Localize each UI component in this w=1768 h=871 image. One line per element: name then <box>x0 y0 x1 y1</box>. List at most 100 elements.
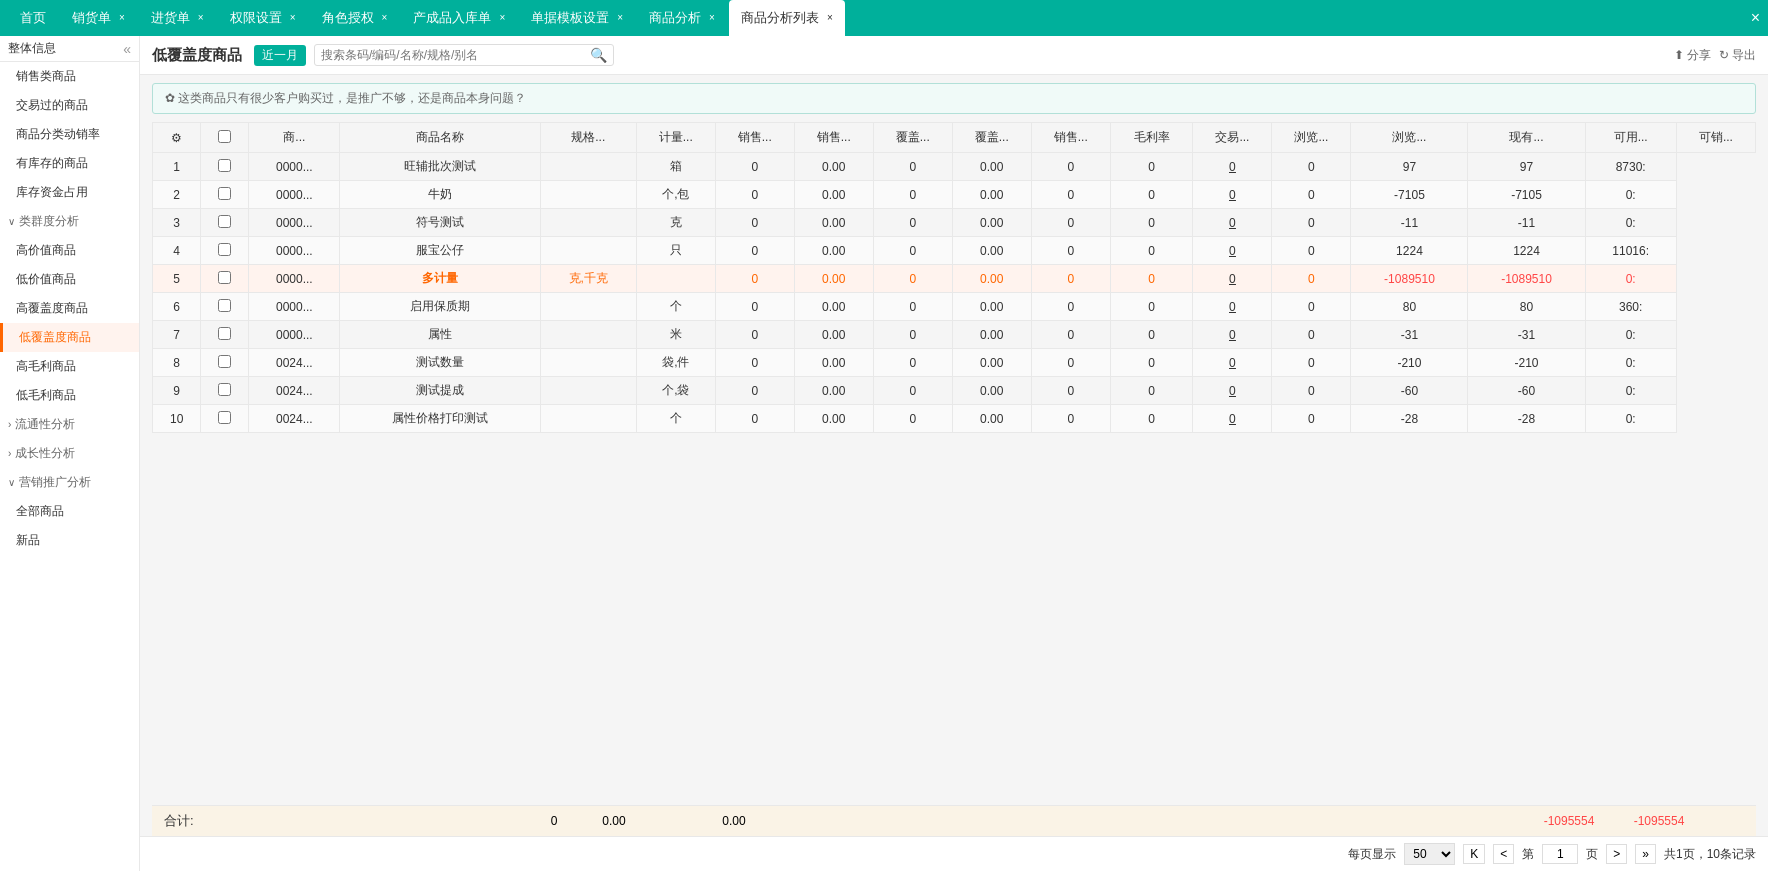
export-button[interactable]: ↻ 导出 <box>1719 47 1756 64</box>
data-table: ⚙ 商... 商品名称 规格... 计量... 销售... 销售... 覆盖..… <box>152 122 1756 433</box>
close-icon[interactable]: × <box>290 0 296 36</box>
table-row: 7 0000... 属性 米 0 0.00 0 0.00 0 0 0 0 <box>153 321 1756 349</box>
col-spec-header[interactable]: 规格... <box>540 123 636 153</box>
first-page-button[interactable]: K <box>1463 844 1485 864</box>
sidebar-item-low-value[interactable]: 低价值商品 <box>0 265 139 294</box>
col-s3-header[interactable]: 覆盖... <box>873 123 952 153</box>
table-row: 1 0000... 旺辅批次测试 箱 0 0.00 0 0.00 0 0 0 0 <box>153 153 1756 181</box>
nav-tab-analysis[interactable]: 商品分析 × <box>637 0 727 36</box>
close-icon[interactable]: × <box>709 0 715 36</box>
nav-tab-purchase[interactable]: 进货单 × <box>139 0 216 36</box>
nav-tab-production[interactable]: 产成品入库单 × <box>401 0 517 36</box>
col-available-header[interactable]: 可用... <box>1585 123 1676 153</box>
sidebar-collapse-button[interactable]: « <box>119 41 135 57</box>
close-all-button[interactable]: × <box>1751 9 1760 27</box>
per-page-select[interactable]: 50 100 200 <box>1404 843 1455 865</box>
prev-page-button[interactable]: < <box>1493 844 1514 864</box>
close-icon[interactable]: × <box>198 0 204 36</box>
row-checkbox[interactable] <box>218 411 231 424</box>
close-icon[interactable]: × <box>827 0 833 36</box>
per-page-label: 每页显示 <box>1348 846 1396 863</box>
share-button[interactable]: ⬆ 分享 <box>1674 47 1711 64</box>
chevron-right-icon: › <box>8 419 11 430</box>
row-checkbox[interactable] <box>218 187 231 200</box>
table-row: 6 0000... 启用保质期 个 0 0.00 0 0.00 0 0 0 0 <box>153 293 1756 321</box>
search-icon: 🔍 <box>590 47 607 63</box>
sidebar-item-inventory-goods[interactable]: 有库存的商品 <box>0 149 139 178</box>
sidebar-item-traded-goods[interactable]: 交易过的商品 <box>0 91 139 120</box>
col-code-header[interactable]: 商... <box>249 123 340 153</box>
sidebar-item-sales-goods[interactable]: 销售类商品 <box>0 62 139 91</box>
col-settings[interactable]: ⚙ <box>153 123 201 153</box>
row-checkbox[interactable] <box>218 271 231 284</box>
sidebar-item-all-goods[interactable]: 全部商品 <box>0 497 139 526</box>
col-unit-header[interactable]: 计量... <box>636 123 715 153</box>
col-trade-header[interactable]: 交易... <box>1193 123 1272 153</box>
col-s4-header[interactable]: 覆盖... <box>952 123 1031 153</box>
sidebar: 整体信息 « 销售类商品 交易过的商品 商品分类动销率 有库存的商品 库存资金占… <box>0 36 140 871</box>
table-row: 9 0024... 测试提成 个,袋 0 0.00 0 0.00 0 0 0 0 <box>153 377 1756 405</box>
col-browse2-header[interactable]: 浏览... <box>1351 123 1468 153</box>
row-checkbox[interactable] <box>218 299 231 312</box>
col-current-header[interactable]: 现有... <box>1468 123 1585 153</box>
nav-tab-sales[interactable]: 销货单 × <box>60 0 137 36</box>
sidebar-item-low-coverage[interactable]: 低覆盖度商品 <box>0 323 139 352</box>
row-checkbox[interactable] <box>218 215 231 228</box>
nav-tab-template[interactable]: 单据模板设置 × <box>519 0 635 36</box>
close-icon[interactable]: × <box>617 0 623 36</box>
nav-tab-permissions[interactable]: 权限设置 × <box>218 0 308 36</box>
summary-label: 合计: <box>164 812 244 830</box>
sidebar-group-marketing[interactable]: ∨ 营销推广分析 <box>0 468 139 497</box>
table-row: 8 0024... 测试数量 袋,件 0 0.00 0 0.00 0 0 0 0 <box>153 349 1756 377</box>
main-layout: 整体信息 « 销售类商品 交易过的商品 商品分类动销率 有库存的商品 库存资金占… <box>0 36 1768 871</box>
sidebar-item-new-goods[interactable]: 新品 <box>0 526 139 555</box>
nav-tab-roles[interactable]: 角色授权 × <box>310 0 400 36</box>
col-s2-header[interactable]: 销售... <box>794 123 873 153</box>
top-navigation: 首页 销货单 × 进货单 × 权限设置 × 角色授权 × 产成品入库单 × 单据… <box>0 0 1768 36</box>
summary-current: -1095554 <box>1524 814 1614 828</box>
page-label: 第 <box>1522 846 1534 863</box>
chevron-down-icon: ∨ <box>8 216 15 227</box>
sidebar-group-liquidity[interactable]: › 流通性分析 <box>0 410 139 439</box>
search-input[interactable] <box>321 48 586 62</box>
close-icon[interactable]: × <box>499 0 505 36</box>
summary-row: 合计: 0 0.00 0.00 -1095554 -1095554 <box>152 805 1756 836</box>
summary-available: -1095554 <box>1614 814 1704 828</box>
content-area: 低覆盖度商品 近一月 🔍 ⬆ 分享 ↻ 导出 ✿ 这类商品只有很少客户购买过，是… <box>140 36 1768 871</box>
sidebar-item-high-coverage[interactable]: 高覆盖度商品 <box>0 294 139 323</box>
col-name-header[interactable]: 商品名称 <box>340 123 540 153</box>
close-icon[interactable]: × <box>119 0 125 36</box>
header-actions: ⬆ 分享 ↻ 导出 <box>1674 47 1756 64</box>
page-title: 低覆盖度商品 <box>152 46 242 65</box>
close-icon[interactable]: × <box>382 0 388 36</box>
last-page-button[interactable]: » <box>1635 844 1656 864</box>
select-all-checkbox[interactable] <box>218 130 231 143</box>
nav-tab-analysis-list[interactable]: 商品分析列表 × <box>729 0 845 36</box>
sidebar-item-high-value[interactable]: 高价值商品 <box>0 236 139 265</box>
row-checkbox[interactable] <box>218 243 231 256</box>
col-margin-header[interactable]: 毛利率 <box>1110 123 1193 153</box>
next-page-button[interactable]: > <box>1606 844 1627 864</box>
sidebar-group-overall-title: 整体信息 <box>8 40 56 57</box>
col-s5-header[interactable]: 销售... <box>1031 123 1110 153</box>
table-container[interactable]: ⚙ 商... 商品名称 规格... 计量... 销售... 销售... 覆盖..… <box>152 122 1756 805</box>
col-browse1-header[interactable]: 浏览... <box>1272 123 1351 153</box>
col-s1-header[interactable]: 销售... <box>715 123 794 153</box>
date-filter-button[interactable]: 近一月 <box>254 45 306 66</box>
col-saleable-header[interactable]: 可销... <box>1676 123 1755 153</box>
sidebar-item-category-rate[interactable]: 商品分类动销率 <box>0 120 139 149</box>
sidebar-item-inventory-capital[interactable]: 库存资金占用 <box>0 178 139 207</box>
row-checkbox[interactable] <box>218 383 231 396</box>
sidebar-item-low-margin[interactable]: 低毛利商品 <box>0 381 139 410</box>
row-checkbox[interactable] <box>218 327 231 340</box>
col-checkbox[interactable] <box>201 123 249 153</box>
row-checkbox[interactable] <box>218 159 231 172</box>
row-checkbox[interactable] <box>218 355 231 368</box>
page-number-input[interactable] <box>1542 844 1578 864</box>
sidebar-item-high-margin[interactable]: 高毛利商品 <box>0 352 139 381</box>
share-icon: ⬆ <box>1674 48 1684 62</box>
sidebar-group-cluster-analysis[interactable]: ∨ 类群度分析 <box>0 207 139 236</box>
nav-tab-home[interactable]: 首页 <box>8 0 58 36</box>
sidebar-group-growth[interactable]: › 成长性分析 <box>0 439 139 468</box>
chevron-right-icon: › <box>8 448 11 459</box>
